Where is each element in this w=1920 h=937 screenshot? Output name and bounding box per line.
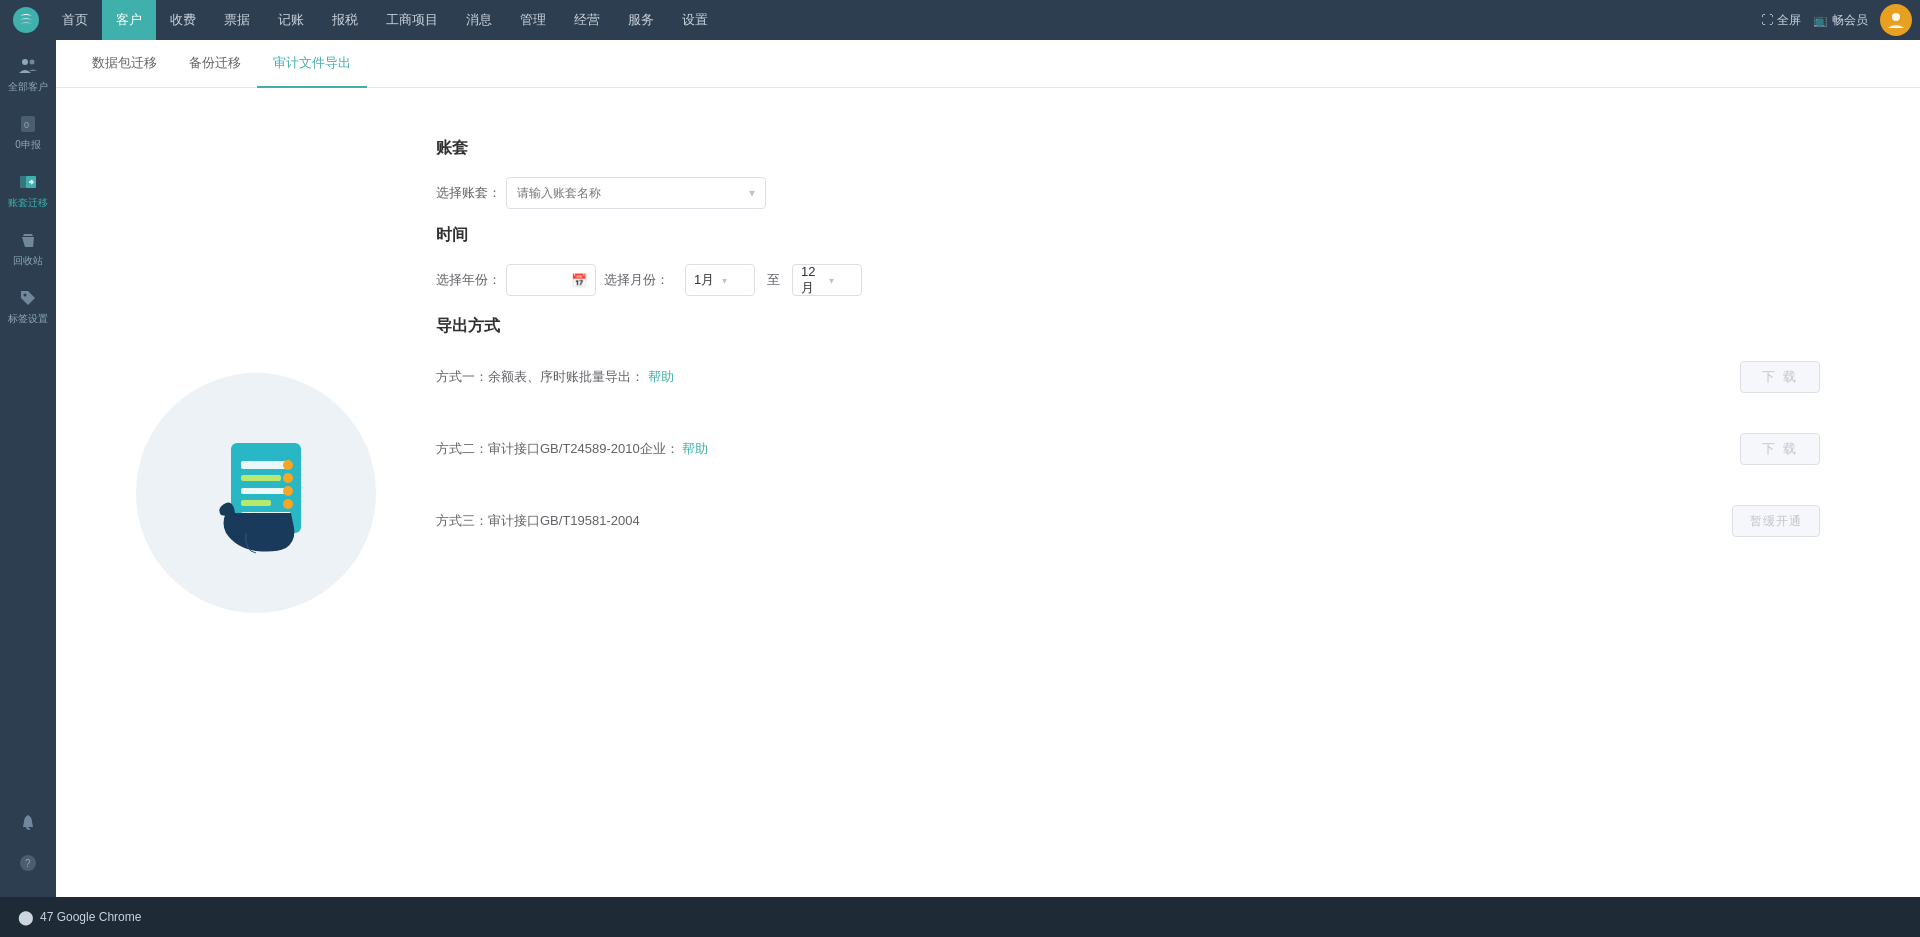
- nav-messages[interactable]: 消息: [452, 0, 506, 40]
- nav-fees[interactable]: 收费: [156, 0, 210, 40]
- nav-admin[interactable]: 管理: [506, 0, 560, 40]
- tabs-bar: 数据包迁移 备份迁移 审计文件导出: [56, 40, 1920, 88]
- tab-backup-migrate[interactable]: 备份迁移: [173, 40, 257, 88]
- vip-icon: 📺: [1813, 13, 1828, 27]
- svg-point-3: [30, 60, 35, 65]
- time-section-title: 时间: [436, 225, 1820, 246]
- svg-point-20: [283, 499, 293, 509]
- svg-point-0: [13, 7, 39, 33]
- content-area: 数据包迁移 备份迁移 审计文件导出: [56, 40, 1920, 897]
- export-method-3: 方式三：审计接口GB/T19581-2004 暂缓开通: [436, 497, 1820, 545]
- nav-settings[interactable]: 设置: [668, 0, 722, 40]
- app-logo[interactable]: [8, 2, 44, 38]
- avatar[interactable]: [1880, 4, 1912, 36]
- fullscreen-button[interactable]: ⛶ 全屏: [1761, 12, 1801, 29]
- svg-rect-13: [241, 475, 281, 481]
- form-area: 账套 选择账套： ▾ 时间 选择年份：: [396, 128, 1860, 857]
- taskbar-chrome[interactable]: ⬤ 47 Google Chrome: [8, 905, 151, 929]
- time-row: 2023 📅 选择月份： 1月 ▾ 至 12月 ▾: [506, 264, 862, 296]
- sidebar-item-tags[interactable]: 标签设置: [2, 280, 54, 334]
- month-from-select[interactable]: 1月 ▾: [685, 264, 755, 296]
- svg-point-8: [24, 294, 27, 297]
- vip-button[interactable]: 📺 畅会员: [1813, 12, 1868, 29]
- method-1-help[interactable]: 帮助: [648, 369, 674, 384]
- nav-bookkeeping[interactable]: 记账: [264, 0, 318, 40]
- month-to-select[interactable]: 12月 ▾: [792, 264, 862, 296]
- export-method-2: 方式二：审计接口GB/T24589-2010企业： 帮助 下 载: [436, 425, 1820, 473]
- svg-point-1: [1892, 13, 1900, 21]
- svg-point-2: [22, 59, 28, 65]
- svg-point-17: [283, 460, 293, 470]
- export-section-title: 导出方式: [436, 316, 1820, 337]
- month-from-arrow: ▾: [722, 275, 746, 286]
- month-to-value: 12月: [801, 264, 825, 297]
- page-content: 账套 选择账套： ▾ 时间 选择年份：: [56, 88, 1920, 897]
- chrome-icon: ⬤: [18, 909, 34, 925]
- method-1-label: 方式一：余额表、序时账批量导出： 帮助: [436, 368, 1740, 386]
- nav-home[interactable]: 首页: [48, 0, 102, 40]
- account-input[interactable]: [517, 186, 749, 200]
- method-3-label: 方式三：审计接口GB/T19581-2004: [436, 512, 1732, 530]
- illustration-area: [116, 128, 396, 857]
- sidebar-item-help[interactable]: ?: [2, 845, 54, 881]
- account-input-wrapper[interactable]: ▾: [506, 177, 766, 209]
- nav-right: ⛶ 全屏 📺 畅会员: [1761, 4, 1912, 36]
- month-label: 选择月份：: [604, 271, 677, 289]
- sidebar-item-migrate[interactable]: 账套迁移: [2, 164, 54, 218]
- sidebar-item-zero-declare[interactable]: 0 0申报: [2, 106, 54, 160]
- account-section-title: 账套: [436, 138, 1820, 159]
- taskbar-chrome-label: 47 Google Chrome: [40, 910, 141, 924]
- calendar-icon: 📅: [571, 273, 587, 288]
- nav-clients[interactable]: 客户: [102, 0, 156, 40]
- nav-business[interactable]: 工商项目: [372, 0, 452, 40]
- svg-text:0: 0: [24, 120, 29, 130]
- tab-audit-export[interactable]: 审计文件导出: [257, 40, 367, 88]
- nav-menu: 首页 客户 收费 票据 记账 报税 工商项目 消息 管理 经营 服务 设置: [48, 0, 1761, 40]
- account-label: 选择账套：: [436, 184, 506, 202]
- sidebar-item-notification[interactable]: [2, 805, 54, 841]
- sidebar-item-recycle[interactable]: 回收站: [2, 222, 54, 276]
- month-to-arrow: ▾: [829, 275, 853, 286]
- to-label: 至: [763, 271, 784, 289]
- fullscreen-icon: ⛶: [1761, 13, 1773, 27]
- special-button-3[interactable]: 暂缓开通: [1732, 505, 1820, 537]
- month-from-value: 1月: [694, 271, 718, 289]
- method-2-text: 方式二：审计接口GB/T24589-2010企业：: [436, 441, 679, 456]
- svg-point-19: [283, 486, 293, 496]
- sidebar-item-all-clients[interactable]: 全部客户: [2, 48, 54, 102]
- year-input-wrapper[interactable]: 2023 📅: [506, 264, 596, 296]
- export-method-1: 方式一：余额表、序时账批量导出： 帮助 下 载: [436, 353, 1820, 401]
- tab-data-migrate[interactable]: 数据包迁移: [76, 40, 173, 88]
- svg-rect-15: [241, 500, 271, 506]
- svg-text:?: ?: [25, 858, 31, 869]
- download-button-2[interactable]: 下 载: [1740, 433, 1820, 465]
- method-1-text: 方式一：余额表、序时账批量导出：: [436, 369, 644, 384]
- time-form-row: 选择年份： 2023 📅 选择月份： 1月 ▾ 至 12月: [436, 264, 1820, 296]
- account-form-row: 选择账套： ▾: [436, 177, 1820, 209]
- nav-invoices[interactable]: 票据: [210, 0, 264, 40]
- method-3-text: 方式三：审计接口GB/T19581-2004: [436, 513, 640, 528]
- taskbar: ⬤ 47 Google Chrome: [0, 897, 1920, 937]
- nav-operations[interactable]: 经营: [560, 0, 614, 40]
- illustration-circle: [136, 373, 376, 613]
- top-nav: 首页 客户 收费 票据 记账 报税 工商项目 消息 管理 经营 服务 设置 ⛶ …: [0, 0, 1920, 40]
- download-button-1[interactable]: 下 载: [1740, 361, 1820, 393]
- main-layout: 全部客户 0 0申报 账套迁移 回收站: [0, 40, 1920, 897]
- svg-point-18: [283, 473, 293, 483]
- time-label: 选择年份：: [436, 271, 506, 289]
- sidebar-bottom: ?: [2, 805, 54, 889]
- year-input[interactable]: 2023: [515, 273, 565, 288]
- nav-tax[interactable]: 报税: [318, 0, 372, 40]
- account-select[interactable]: ▾: [506, 177, 766, 209]
- sidebar: 全部客户 0 0申报 账套迁移 回收站: [0, 40, 56, 897]
- nav-services[interactable]: 服务: [614, 0, 668, 40]
- method-2-label: 方式二：审计接口GB/T24589-2010企业： 帮助: [436, 440, 1740, 458]
- chevron-down-icon: ▾: [749, 186, 755, 200]
- method-2-help[interactable]: 帮助: [682, 441, 708, 456]
